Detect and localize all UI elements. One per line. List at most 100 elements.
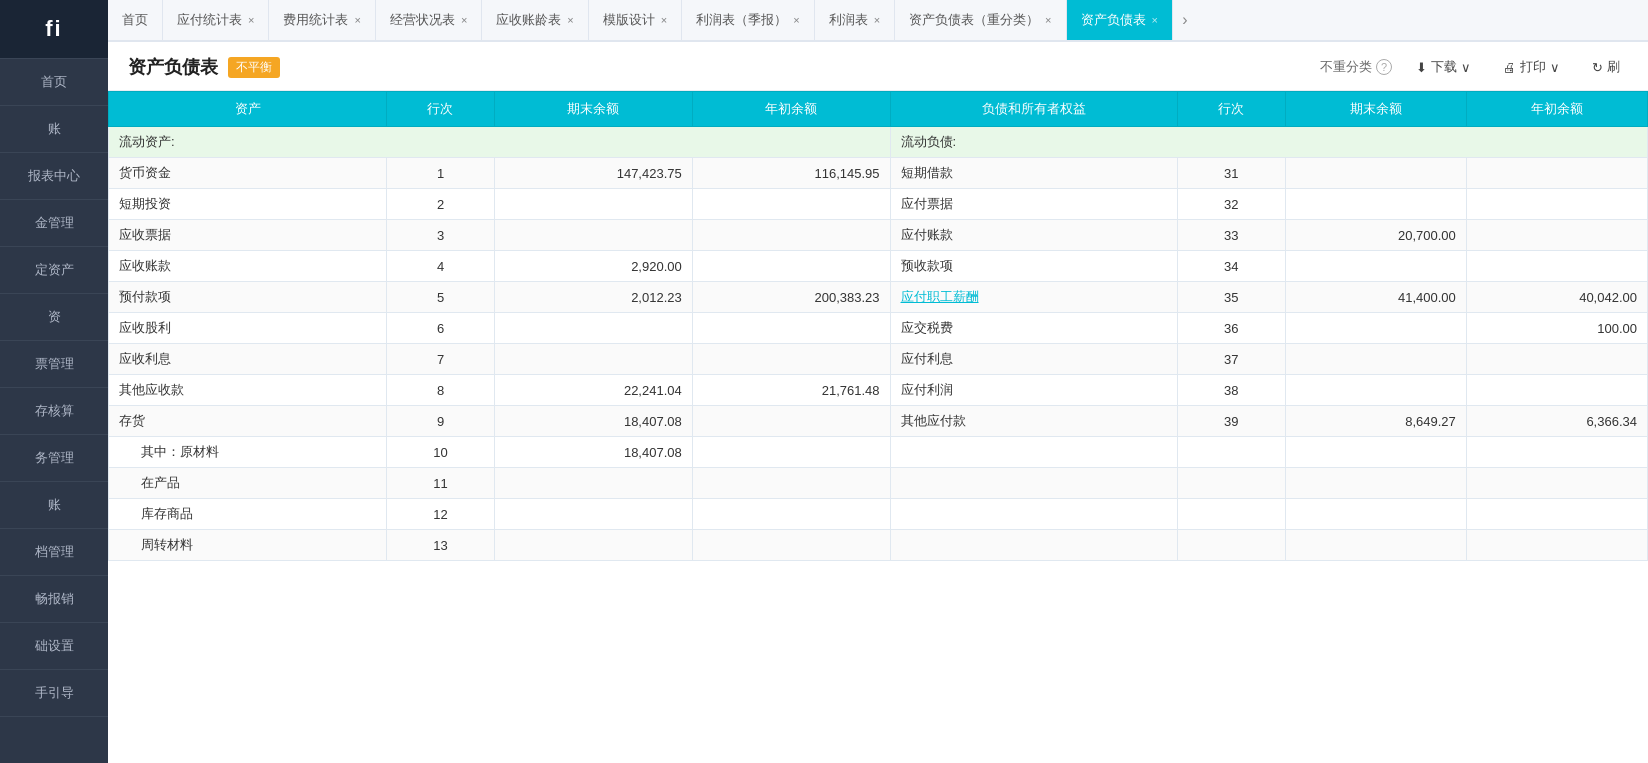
end-balance-right[interactable]: [1285, 313, 1466, 344]
sidebar-item-home[interactable]: 首页: [0, 59, 108, 106]
end-balance-right[interactable]: [1285, 499, 1466, 530]
end-balance-right[interactable]: [1285, 251, 1466, 282]
year-start-right[interactable]: [1466, 158, 1647, 189]
end-balance-left[interactable]: 18,407.08: [494, 406, 692, 437]
end-balance-left[interactable]: [494, 468, 692, 499]
sidebar-item-expense[interactable]: 畅报销: [0, 576, 108, 623]
end-balance-right[interactable]: 20,700.00: [1285, 220, 1466, 251]
tab-balance-close[interactable]: ×: [1152, 14, 1158, 26]
year-start-right[interactable]: [1466, 468, 1647, 499]
end-balance-left[interactable]: [494, 313, 692, 344]
tab-biz-status[interactable]: 经营状况表 ×: [376, 0, 482, 41]
year-start-left[interactable]: [692, 251, 890, 282]
tab-biz-status-close[interactable]: ×: [461, 14, 467, 26]
year-start-left[interactable]: 21,761.48: [692, 375, 890, 406]
year-start-right[interactable]: [1466, 499, 1647, 530]
main-area: 首页 应付统计表 × 费用统计表 × 经营状况表 × 应收账龄表 × 模版设计 …: [108, 0, 1648, 763]
year-start-left[interactable]: [692, 499, 890, 530]
tab-receivable-aging[interactable]: 应收账龄表 ×: [482, 0, 588, 41]
year-start-right[interactable]: 100.00: [1466, 313, 1647, 344]
end-balance-right[interactable]: [1285, 189, 1466, 220]
end-balance-right[interactable]: [1285, 468, 1466, 499]
end-balance-right[interactable]: [1285, 530, 1466, 561]
end-balance-left[interactable]: [494, 344, 692, 375]
row-num-left: 3: [387, 220, 495, 251]
sidebar-item-report-center[interactable]: 报表中心: [0, 153, 108, 200]
year-start-left[interactable]: 200,383.23: [692, 282, 890, 313]
liability-label-cell: [890, 437, 1177, 468]
asset-label-cell: 短期投资: [109, 189, 387, 220]
sidebar-item-tax-mgmt[interactable]: 务管理: [0, 435, 108, 482]
end-balance-left[interactable]: 2,012.23: [494, 282, 692, 313]
tab-balance-reclassify-close[interactable]: ×: [1045, 14, 1051, 26]
sidebar-item-ledger[interactable]: 账: [0, 482, 108, 529]
end-balance-right[interactable]: [1285, 158, 1466, 189]
year-start-left[interactable]: [692, 220, 890, 251]
tab-expense-stats-close[interactable]: ×: [354, 14, 360, 26]
tab-profit[interactable]: 利润表 ×: [815, 0, 895, 41]
year-start-left[interactable]: [692, 189, 890, 220]
download-button[interactable]: ⬇ 下载 ∨: [1408, 54, 1479, 80]
year-start-right[interactable]: [1466, 189, 1647, 220]
tab-balance[interactable]: 资产负债表 ×: [1067, 0, 1173, 41]
end-balance-left[interactable]: [494, 530, 692, 561]
year-start-left[interactable]: [692, 468, 890, 499]
year-start-right[interactable]: [1466, 530, 1647, 561]
sidebar-item-file-mgmt[interactable]: 档管理: [0, 529, 108, 576]
year-start-left[interactable]: [692, 313, 890, 344]
print-button[interactable]: 🖨 打印 ∨: [1495, 54, 1568, 80]
sidebar-item-fixed-assets[interactable]: 定资产: [0, 247, 108, 294]
help-icon[interactable]: ?: [1376, 59, 1392, 75]
year-start-right[interactable]: [1466, 344, 1647, 375]
tab-payable-stats[interactable]: 应付统计表 ×: [163, 0, 269, 41]
liability-label-cell: 应付职工薪酬: [890, 282, 1177, 313]
end-balance-left[interactable]: 147,423.75: [494, 158, 692, 189]
row-num-left: 4: [387, 251, 495, 282]
end-balance-left[interactable]: [494, 220, 692, 251]
tab-profit-quarterly-close[interactable]: ×: [793, 14, 799, 26]
sidebar-item-inventory[interactable]: 存核算: [0, 388, 108, 435]
year-start-left[interactable]: [692, 344, 890, 375]
year-start-right[interactable]: 40,042.00: [1466, 282, 1647, 313]
year-start-left[interactable]: [692, 406, 890, 437]
asset-label-cell: 应收票据: [109, 220, 387, 251]
tab-receivable-aging-close[interactable]: ×: [567, 14, 573, 26]
sidebar-item-assets[interactable]: 资: [0, 294, 108, 341]
year-start-right[interactable]: [1466, 375, 1647, 406]
refresh-button[interactable]: ↻ 刷: [1584, 54, 1628, 80]
end-balance-left[interactable]: 18,407.08: [494, 437, 692, 468]
end-balance-left[interactable]: [494, 499, 692, 530]
sidebar-item-account[interactable]: 账: [0, 106, 108, 153]
end-balance-right[interactable]: [1285, 375, 1466, 406]
end-balance-left[interactable]: [494, 189, 692, 220]
end-balance-left[interactable]: 2,920.00: [494, 251, 692, 282]
year-start-left[interactable]: [692, 437, 890, 468]
sidebar-item-settings[interactable]: 础设置: [0, 623, 108, 670]
end-balance-right[interactable]: 41,400.00: [1285, 282, 1466, 313]
tab-scroll-right[interactable]: ›: [1173, 0, 1197, 41]
sidebar-item-fund-mgmt[interactable]: 金管理: [0, 200, 108, 247]
end-balance-right[interactable]: 8,649.27: [1285, 406, 1466, 437]
liability-link[interactable]: 应付职工薪酬: [901, 289, 979, 304]
sidebar-item-invoice-mgmt[interactable]: 票管理: [0, 341, 108, 388]
tab-template-design[interactable]: 模版设计 ×: [589, 0, 682, 41]
tab-template-design-close[interactable]: ×: [661, 14, 667, 26]
tab-biz-status-label: 经营状况表: [390, 11, 455, 29]
end-balance-right[interactable]: [1285, 344, 1466, 375]
tab-balance-reclassify[interactable]: 资产负债表（重分类） ×: [895, 0, 1066, 41]
year-start-right[interactable]: [1466, 437, 1647, 468]
end-balance-left[interactable]: 22,241.04: [494, 375, 692, 406]
tab-profit-close[interactable]: ×: [874, 14, 880, 26]
year-start-right[interactable]: [1466, 220, 1647, 251]
year-start-left[interactable]: [692, 530, 890, 561]
tab-payable-stats-close[interactable]: ×: [248, 14, 254, 26]
asset-label-cell: 货币资金: [109, 158, 387, 189]
year-start-right[interactable]: 6,366.34: [1466, 406, 1647, 437]
end-balance-right[interactable]: [1285, 437, 1466, 468]
tab-home[interactable]: 首页: [108, 0, 163, 41]
year-start-left[interactable]: 116,145.95: [692, 158, 890, 189]
tab-expense-stats[interactable]: 费用统计表 ×: [269, 0, 375, 41]
year-start-right[interactable]: [1466, 251, 1647, 282]
sidebar-item-guide[interactable]: 手引导: [0, 670, 108, 717]
tab-profit-quarterly[interactable]: 利润表（季报） ×: [682, 0, 814, 41]
